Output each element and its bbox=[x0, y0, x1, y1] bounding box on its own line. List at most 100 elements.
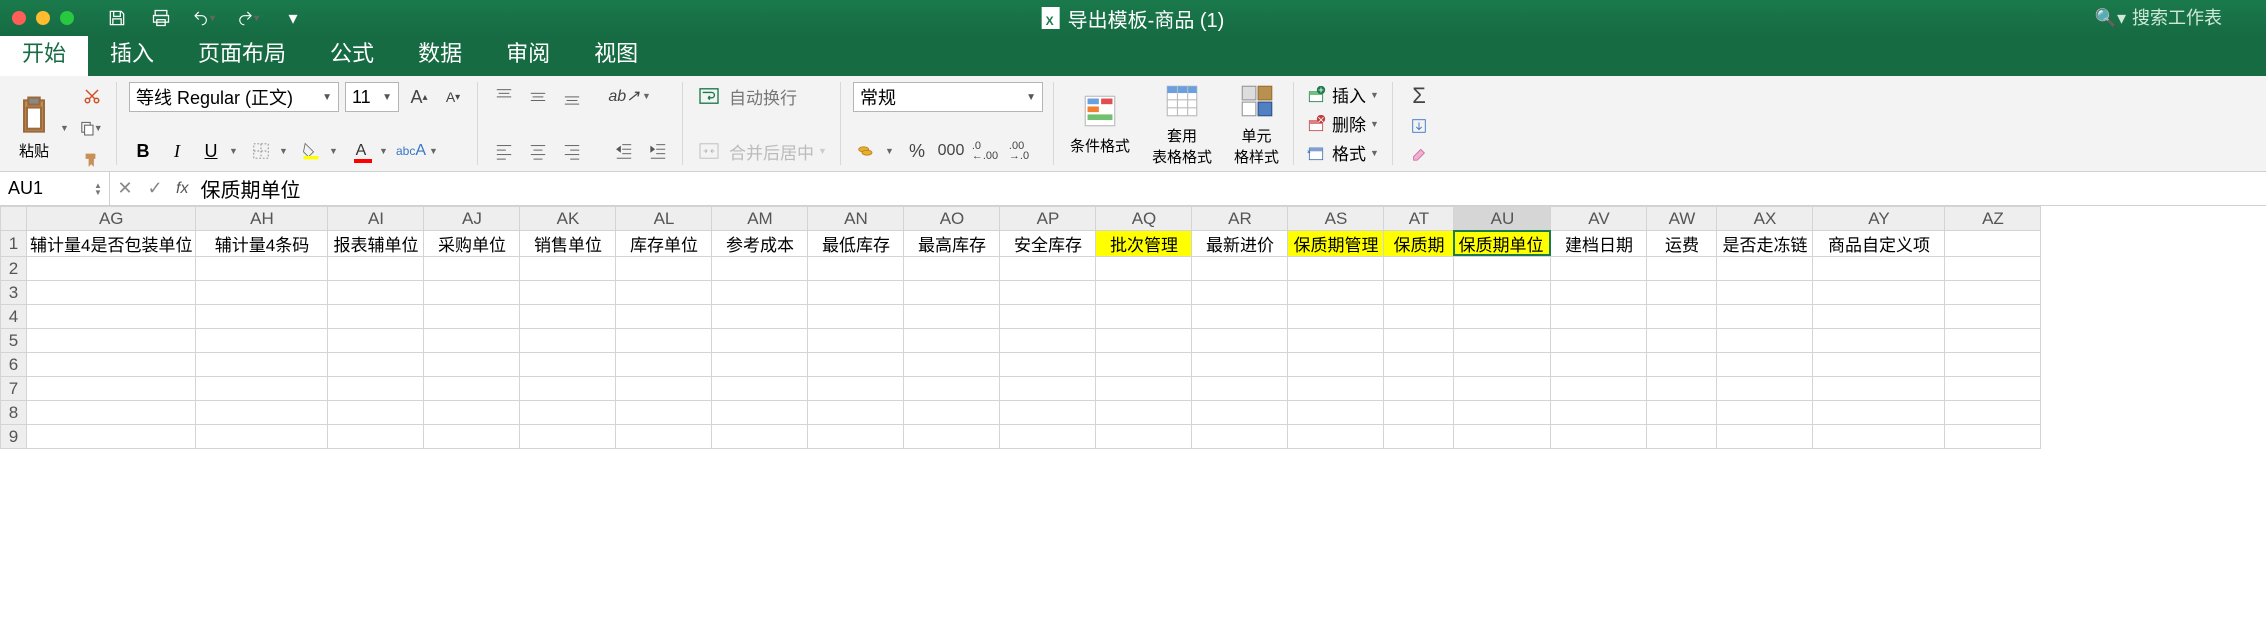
cell-AG7[interactable] bbox=[27, 377, 196, 401]
cell-AM2[interactable] bbox=[712, 257, 808, 281]
cell-AI1[interactable]: 报表辅单位 bbox=[328, 231, 424, 257]
cell-AR4[interactable] bbox=[1192, 305, 1288, 329]
cell-AK7[interactable] bbox=[520, 377, 616, 401]
delete-cells-button[interactable]: 删除▼ bbox=[1306, 111, 1382, 136]
cell-AZ9[interactable] bbox=[1945, 425, 2041, 449]
col-header-AK[interactable]: AK bbox=[520, 207, 616, 231]
cell-AH9[interactable] bbox=[196, 425, 328, 449]
insert-cells-button[interactable]: 插入▼ bbox=[1306, 82, 1382, 107]
cell-AM4[interactable] bbox=[712, 305, 808, 329]
cell-AQ9[interactable] bbox=[1096, 425, 1192, 449]
cell-AY4[interactable] bbox=[1813, 305, 1945, 329]
cell-AN3[interactable] bbox=[808, 281, 904, 305]
cell-AQ5[interactable] bbox=[1096, 329, 1192, 353]
cell-AJ5[interactable] bbox=[424, 329, 520, 353]
cell-AL1[interactable]: 库存单位 bbox=[616, 231, 712, 257]
cancel-formula-icon[interactable]: ✕ bbox=[110, 178, 140, 199]
cell-AJ4[interactable] bbox=[424, 305, 520, 329]
cell-AL9[interactable] bbox=[616, 425, 712, 449]
col-header-AN[interactable]: AN bbox=[808, 207, 904, 231]
col-header-AW[interactable]: AW bbox=[1647, 207, 1717, 231]
format-as-table-button[interactable]: 套用 表格格式 bbox=[1148, 81, 1216, 167]
undo-icon[interactable]: ▼ bbox=[192, 5, 218, 31]
cell-AM9[interactable] bbox=[712, 425, 808, 449]
col-header-AI[interactable]: AI bbox=[328, 207, 424, 231]
cell-AS4[interactable] bbox=[1288, 305, 1384, 329]
cell-AI6[interactable] bbox=[328, 353, 424, 377]
cell-AI4[interactable] bbox=[328, 305, 424, 329]
cell-AK2[interactable] bbox=[520, 257, 616, 281]
cell-AJ7[interactable] bbox=[424, 377, 520, 401]
cell-AN5[interactable] bbox=[808, 329, 904, 353]
close-window-button[interactable] bbox=[12, 11, 26, 25]
cell-AX3[interactable] bbox=[1717, 281, 1813, 305]
cell-AY2[interactable] bbox=[1813, 257, 1945, 281]
fill-color-button[interactable] bbox=[297, 137, 325, 165]
conditional-format-button[interactable]: 条件格式 bbox=[1066, 91, 1134, 156]
cell-AT5[interactable] bbox=[1384, 329, 1454, 353]
print-icon[interactable] bbox=[148, 5, 174, 31]
cell-AP6[interactable] bbox=[1000, 353, 1096, 377]
bold-button[interactable]: B bbox=[129, 137, 157, 165]
search-area[interactable]: 🔍▾ bbox=[2095, 8, 2252, 29]
cell-AP4[interactable] bbox=[1000, 305, 1096, 329]
cell-AM1[interactable]: 参考成本 bbox=[712, 231, 808, 257]
minimize-window-button[interactable] bbox=[36, 11, 50, 25]
cell-AW1[interactable]: 运费 bbox=[1647, 231, 1717, 257]
cell-AH7[interactable] bbox=[196, 377, 328, 401]
cell-AY9[interactable] bbox=[1813, 425, 1945, 449]
font-color-button[interactable]: A bbox=[347, 137, 375, 165]
cell-AI5[interactable] bbox=[328, 329, 424, 353]
cell-AU2[interactable] bbox=[1454, 257, 1551, 281]
cell-AJ2[interactable] bbox=[424, 257, 520, 281]
cell-AX9[interactable] bbox=[1717, 425, 1813, 449]
cell-AI2[interactable] bbox=[328, 257, 424, 281]
cell-AT9[interactable] bbox=[1384, 425, 1454, 449]
row-header-5[interactable]: 5 bbox=[1, 329, 27, 353]
cell-AM7[interactable] bbox=[712, 377, 808, 401]
cell-AO3[interactable] bbox=[904, 281, 1000, 305]
col-header-AM[interactable]: AM bbox=[712, 207, 808, 231]
row-header-9[interactable]: 9 bbox=[1, 425, 27, 449]
cell-AS3[interactable] bbox=[1288, 281, 1384, 305]
cell-AZ3[interactable] bbox=[1945, 281, 2041, 305]
row-header-2[interactable]: 2 bbox=[1, 257, 27, 281]
cell-AS6[interactable] bbox=[1288, 353, 1384, 377]
redo-icon[interactable]: ▼ bbox=[236, 5, 262, 31]
cell-AV4[interactable] bbox=[1551, 305, 1647, 329]
col-header-AY[interactable]: AY bbox=[1813, 207, 1945, 231]
select-all-corner[interactable] bbox=[1, 207, 27, 231]
cell-AU1[interactable]: 保质期单位 bbox=[1454, 231, 1550, 255]
cell-AP2[interactable] bbox=[1000, 257, 1096, 281]
cell-AR1[interactable]: 最新进价 bbox=[1192, 231, 1288, 257]
italic-button[interactable]: I bbox=[163, 137, 191, 165]
cell-AW3[interactable] bbox=[1647, 281, 1717, 305]
cell-AJ1[interactable]: 采购单位 bbox=[424, 231, 520, 257]
cell-AS1[interactable]: 保质期管理 bbox=[1288, 231, 1384, 257]
spreadsheet-grid[interactable]: AGAHAIAJAKALAMANAOAPAQARASATAUAVAWAXAYAZ… bbox=[0, 206, 2266, 449]
cell-AX7[interactable] bbox=[1717, 377, 1813, 401]
cell-AZ5[interactable] bbox=[1945, 329, 2041, 353]
cell-AJ6[interactable] bbox=[424, 353, 520, 377]
cell-AV1[interactable]: 建档日期 bbox=[1551, 231, 1647, 257]
increase-font-icon[interactable]: A▴ bbox=[405, 83, 433, 111]
cell-AG5[interactable] bbox=[27, 329, 196, 353]
cell-AN9[interactable] bbox=[808, 425, 904, 449]
formula-input[interactable]: 保质期单位 bbox=[194, 174, 2266, 203]
cell-AS9[interactable] bbox=[1288, 425, 1384, 449]
col-header-AS[interactable]: AS bbox=[1288, 207, 1384, 231]
cell-AH1[interactable]: 辅计量4条码 bbox=[196, 231, 328, 257]
cell-AX8[interactable] bbox=[1717, 401, 1813, 425]
cell-AK8[interactable] bbox=[520, 401, 616, 425]
cell-AR2[interactable] bbox=[1192, 257, 1288, 281]
decrease-decimal-icon[interactable]: .00→.0 bbox=[1005, 137, 1033, 165]
align-bottom-icon[interactable] bbox=[558, 82, 586, 110]
cell-AW7[interactable] bbox=[1647, 377, 1717, 401]
cell-AP7[interactable] bbox=[1000, 377, 1096, 401]
row-header-1[interactable]: 1 bbox=[1, 231, 27, 257]
cell-AX2[interactable] bbox=[1717, 257, 1813, 281]
cell-AO7[interactable] bbox=[904, 377, 1000, 401]
cell-AV3[interactable] bbox=[1551, 281, 1647, 305]
cell-AN1[interactable]: 最低库存 bbox=[808, 231, 904, 257]
cell-AN6[interactable] bbox=[808, 353, 904, 377]
